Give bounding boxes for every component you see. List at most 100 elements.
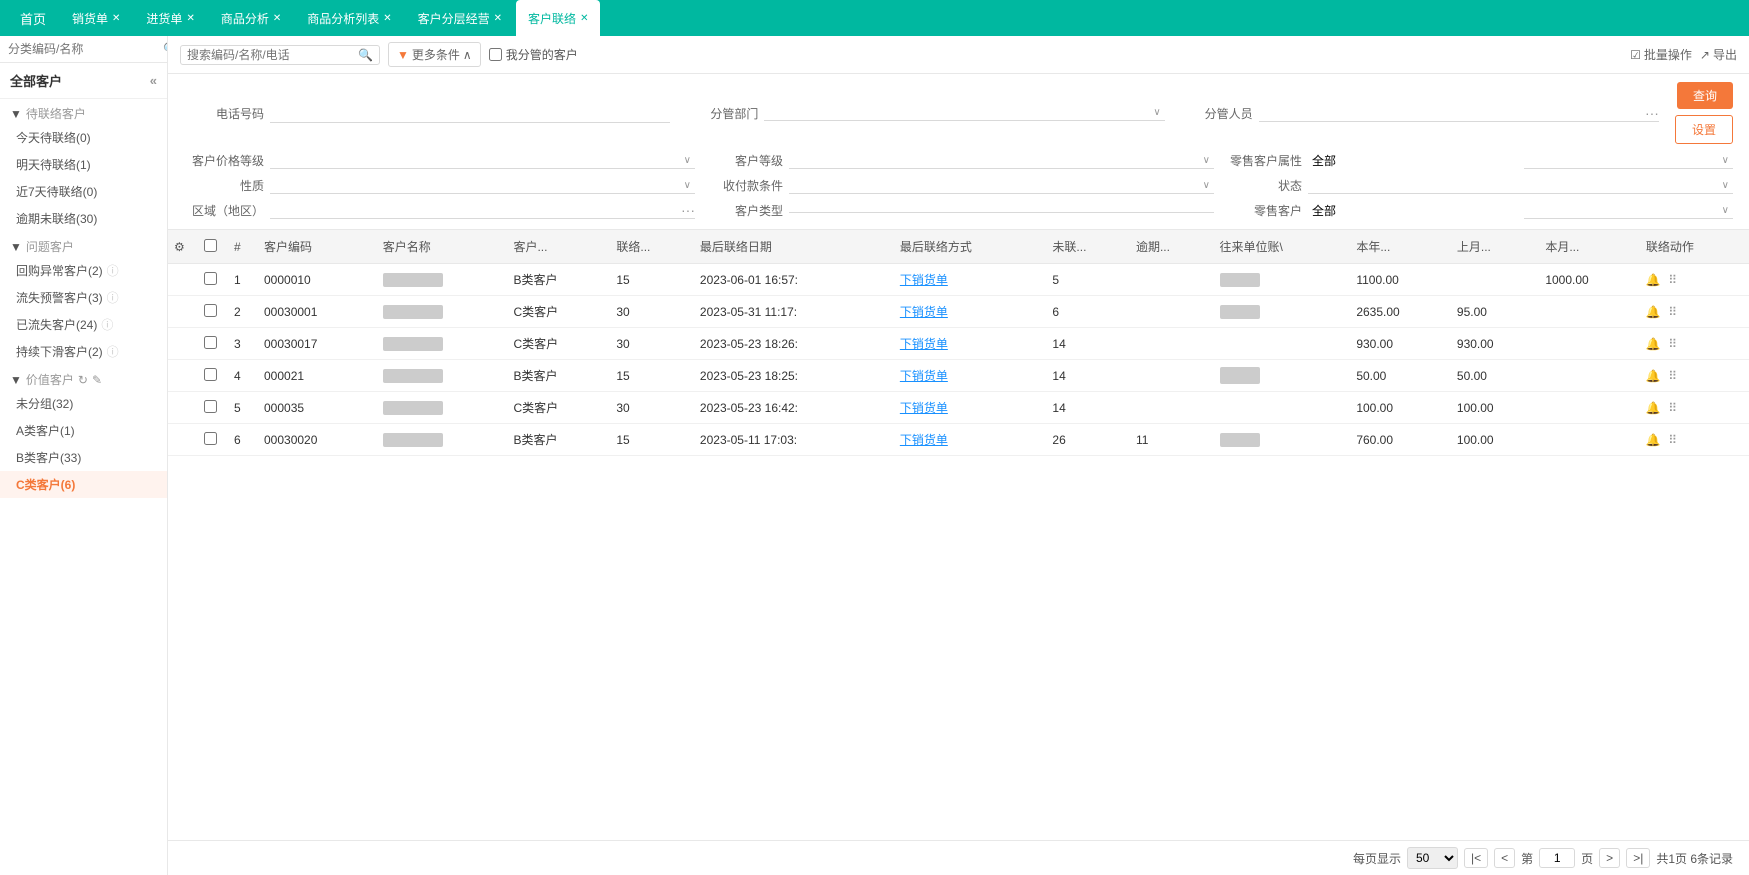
sidebar-item-churned[interactable]: 已流失客户(24) ⓘ bbox=[0, 311, 167, 338]
cell-action-2[interactable]: 🔔 ⠿ bbox=[1640, 328, 1749, 360]
action-bell-icon-4[interactable]: 🔔 bbox=[1646, 401, 1661, 415]
th-settings[interactable]: ⚙ bbox=[168, 230, 198, 264]
search-icon[interactable]: 🔍 bbox=[358, 48, 373, 62]
export-btn[interactable]: ↗ 导出 bbox=[1700, 46, 1737, 63]
action-bell-icon-2[interactable]: 🔔 bbox=[1646, 337, 1661, 351]
sidebar-all-customers[interactable]: 全部客户 « bbox=[0, 63, 167, 99]
cell-check-1[interactable] bbox=[198, 296, 228, 328]
sidebar-search-input[interactable] bbox=[8, 42, 163, 56]
sidebar-item-class-a[interactable]: A类客户(1) bbox=[0, 417, 167, 444]
sidebar-item-ungrouped[interactable]: 未分组(32) bbox=[0, 390, 167, 417]
nav-sales[interactable]: 销货单 ✕ bbox=[60, 0, 132, 36]
my-customers-checkbox-label[interactable]: 我分管的客户 bbox=[489, 46, 578, 63]
nav-product-list-close[interactable]: ✕ bbox=[383, 13, 391, 24]
sidebar-collapse-icon[interactable]: « bbox=[150, 73, 157, 88]
cell-check-5[interactable] bbox=[198, 424, 228, 456]
action-bell-icon-3[interactable]: 🔔 bbox=[1646, 369, 1661, 383]
query-button[interactable]: 查询 bbox=[1677, 82, 1733, 109]
action-grid-icon-1[interactable]: ⠿ bbox=[1668, 305, 1677, 319]
cell-action-1[interactable]: 🔔 ⠿ bbox=[1640, 296, 1749, 328]
nav-customer-contact-close[interactable]: ✕ bbox=[580, 13, 588, 24]
cell-action-0[interactable]: 🔔 ⠿ bbox=[1640, 264, 1749, 296]
sidebar-item-tomorrow[interactable]: 明天待联络(1) bbox=[0, 151, 167, 178]
page-number-input[interactable] bbox=[1539, 848, 1575, 868]
filter-customer-type-select[interactable] bbox=[789, 208, 1214, 213]
sidebar-item-today[interactable]: 今天待联络(0) bbox=[0, 124, 167, 151]
cell-last-method-4[interactable]: 下销货单 bbox=[894, 392, 1047, 424]
cell-check-4[interactable] bbox=[198, 392, 228, 424]
last-page-btn[interactable]: >| bbox=[1626, 848, 1650, 868]
action-grid-icon-3[interactable]: ⠿ bbox=[1668, 369, 1677, 383]
row-checkbox-1[interactable] bbox=[204, 304, 217, 317]
row-checkbox-5[interactable] bbox=[204, 432, 217, 445]
my-customers-checkbox[interactable] bbox=[489, 48, 502, 61]
cell-check-0[interactable] bbox=[198, 264, 228, 296]
sidebar-item-churn-warning[interactable]: 流失预警客户(3) ⓘ bbox=[0, 284, 167, 311]
search-input[interactable] bbox=[187, 48, 358, 62]
cell-last-method-3[interactable]: 下销货单 bbox=[894, 360, 1047, 392]
contact-method-link-0[interactable]: 下销货单 bbox=[900, 273, 948, 287]
cell-last-method-1[interactable]: 下销货单 bbox=[894, 296, 1047, 328]
nav-sales-close[interactable]: ✕ bbox=[112, 13, 120, 24]
sidebar-item-declining[interactable]: 持续下滑客户(2) ⓘ bbox=[0, 338, 167, 365]
contact-method-link-1[interactable]: 下销货单 bbox=[900, 305, 948, 319]
nav-customer-seg-close[interactable]: ✕ bbox=[494, 13, 502, 24]
filter-value-grade-select[interactable]: ∨ bbox=[270, 153, 695, 169]
row-checkbox-2[interactable] bbox=[204, 336, 217, 349]
filter-person-dots[interactable]: ··· bbox=[1645, 105, 1659, 121]
nav-home[interactable]: 首页 bbox=[8, 0, 58, 36]
prev-page-btn[interactable]: < bbox=[1494, 848, 1515, 868]
contact-method-link-3[interactable]: 下销货单 bbox=[900, 369, 948, 383]
nav-purchase-close[interactable]: ✕ bbox=[186, 13, 194, 24]
filter-dept-select[interactable]: ∨ bbox=[764, 105, 1164, 121]
nav-product-analysis-close[interactable]: ✕ bbox=[273, 13, 281, 24]
cell-last-method-2[interactable]: 下销货单 bbox=[894, 328, 1047, 360]
sidebar-item-7days[interactable]: 近7天待联络(0) bbox=[0, 178, 167, 205]
filter-phone-input[interactable] bbox=[270, 104, 670, 123]
edit-icon[interactable]: ✎ bbox=[92, 373, 102, 387]
nav-purchase[interactable]: 进货单 ✕ bbox=[134, 0, 206, 36]
cell-action-4[interactable]: 🔔 ⠿ bbox=[1640, 392, 1749, 424]
sidebar-item-class-c[interactable]: C类客户(6) bbox=[0, 471, 167, 498]
contact-method-link-5[interactable]: 下销货单 bbox=[900, 433, 948, 447]
first-page-btn[interactable]: |< bbox=[1464, 848, 1488, 868]
row-checkbox-3[interactable] bbox=[204, 368, 217, 381]
filter-payment-select[interactable]: ∨ bbox=[789, 178, 1214, 194]
batch-operation-btn[interactable]: ☑ 批量操作 bbox=[1630, 46, 1692, 63]
per-page-select[interactable]: 50 100 200 bbox=[1407, 847, 1458, 869]
nav-customer-contact[interactable]: 客户联络 ✕ bbox=[516, 0, 600, 36]
cell-last-method-0[interactable]: 下销货单 bbox=[894, 264, 1047, 296]
row-checkbox-4[interactable] bbox=[204, 400, 217, 413]
cell-last-method-5[interactable]: 下销货单 bbox=[894, 424, 1047, 456]
nav-product-analysis[interactable]: 商品分析 ✕ bbox=[209, 0, 293, 36]
filter-customer-grade-select[interactable]: ∨ bbox=[789, 153, 1214, 169]
nav-product-list[interactable]: 商品分析列表 ✕ bbox=[295, 0, 403, 36]
action-grid-icon-2[interactable]: ⠿ bbox=[1668, 337, 1677, 351]
sidebar-item-overdue[interactable]: 逾期未联络(30) bbox=[0, 205, 167, 232]
sidebar-item-repurchase-abnormal[interactable]: 回购异常客户(2) ⓘ bbox=[0, 257, 167, 284]
cell-check-2[interactable] bbox=[198, 328, 228, 360]
action-bell-icon-0[interactable]: 🔔 bbox=[1646, 273, 1661, 287]
set-button[interactable]: 设置 bbox=[1675, 115, 1733, 144]
cell-action-5[interactable]: 🔔 ⠿ bbox=[1640, 424, 1749, 456]
filter-region-dots[interactable]: ··· bbox=[681, 202, 695, 218]
contact-method-link-2[interactable]: 下销货单 bbox=[900, 337, 948, 351]
row-checkbox-0[interactable] bbox=[204, 272, 217, 285]
filter-nature-select[interactable]: ∨ bbox=[270, 178, 695, 194]
refresh-icon[interactable]: ↻ bbox=[78, 373, 88, 387]
contact-method-link-4[interactable]: 下销货单 bbox=[900, 401, 948, 415]
action-bell-icon-1[interactable]: 🔔 bbox=[1646, 305, 1661, 319]
action-bell-icon-5[interactable]: 🔔 bbox=[1646, 433, 1661, 447]
filter-retail-attr-select[interactable]: ∨ bbox=[1524, 153, 1734, 169]
select-all-checkbox[interactable] bbox=[204, 239, 217, 252]
next-page-btn[interactable]: > bbox=[1599, 848, 1620, 868]
cell-action-3[interactable]: 🔔 ⠿ bbox=[1640, 360, 1749, 392]
filter-status-select[interactable]: ∨ bbox=[1308, 178, 1733, 194]
action-grid-icon-5[interactable]: ⠿ bbox=[1668, 433, 1677, 447]
nav-customer-segmentation[interactable]: 客户分层经营 ✕ bbox=[406, 0, 514, 36]
action-grid-icon-0[interactable]: ⠿ bbox=[1668, 273, 1677, 287]
sidebar-item-class-b[interactable]: B类客户(33) bbox=[0, 444, 167, 471]
more-conditions-btn[interactable]: ▼ 更多条件 ∧ bbox=[388, 42, 481, 67]
filter-retail-customer-select[interactable]: ∨ bbox=[1524, 203, 1734, 219]
action-grid-icon-4[interactable]: ⠿ bbox=[1668, 401, 1677, 415]
